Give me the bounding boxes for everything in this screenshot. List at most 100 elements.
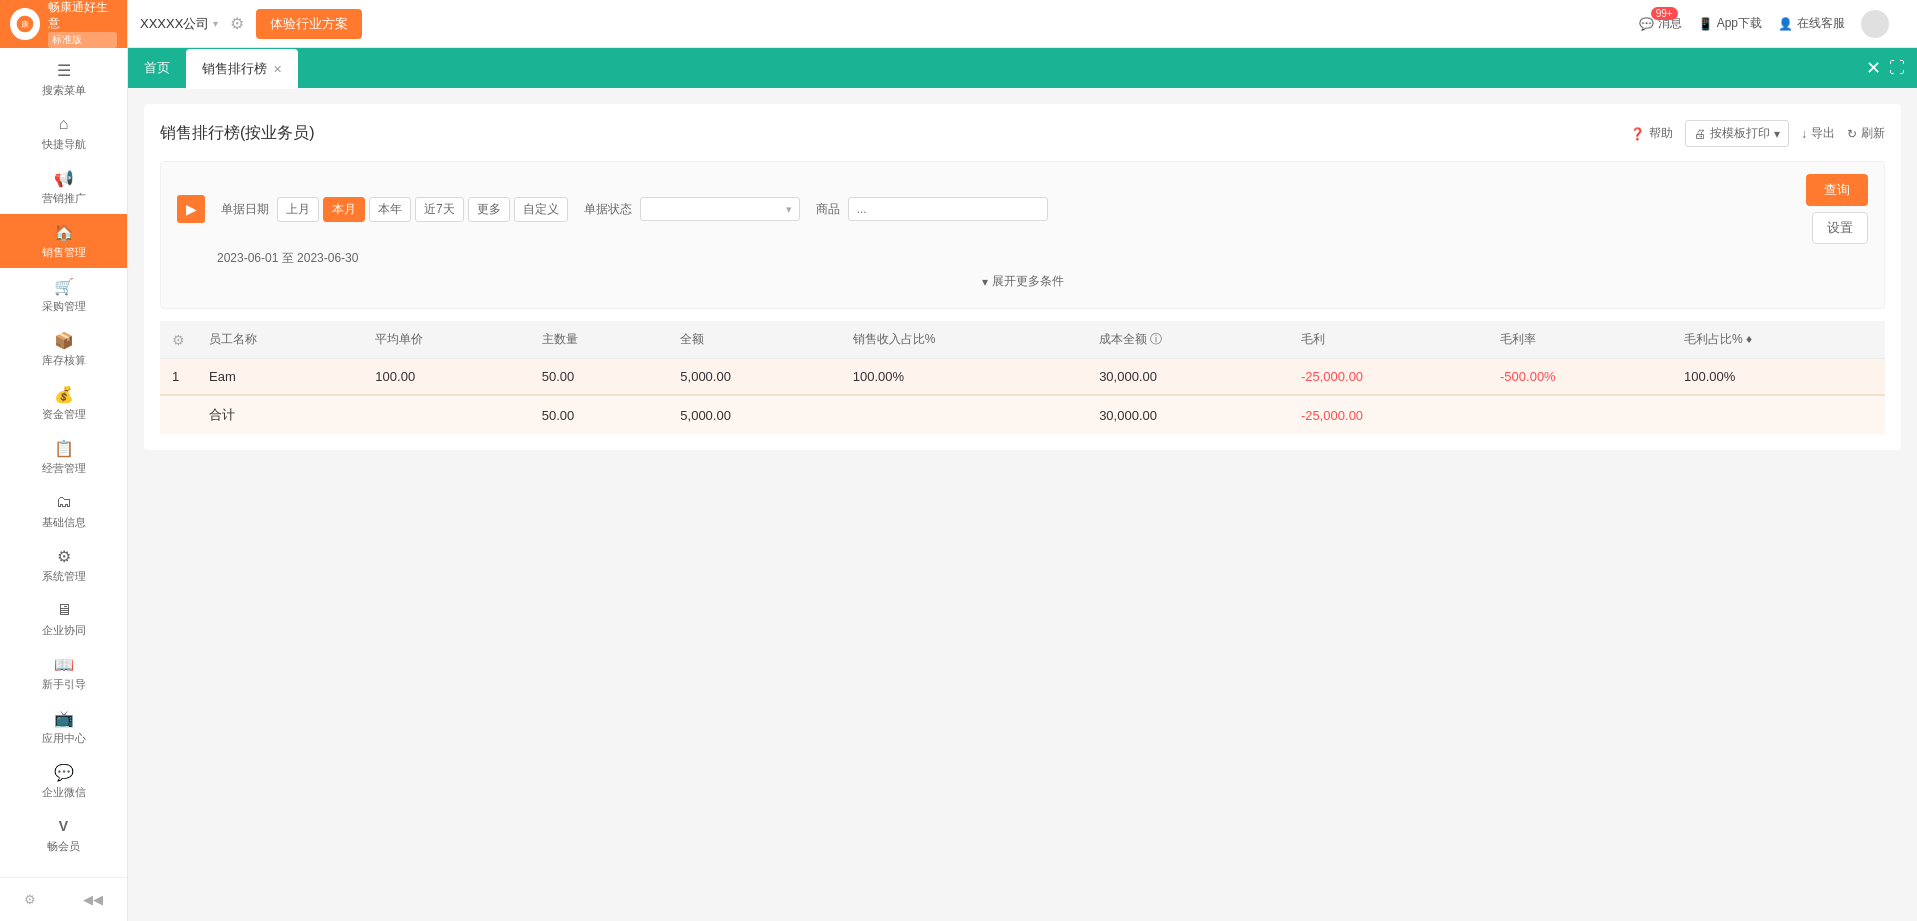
more-btn[interactable]: 更多 <box>468 197 510 222</box>
th-avg-price: 平均单价 <box>363 321 529 359</box>
table-header-row: ⚙ 员工名称 平均单价 主数量 全额 销售收入占比% 成本全额 ⓘ 毛利 毛利率… <box>160 321 1885 359</box>
export-button[interactable]: ↓ 导出 <box>1801 125 1835 142</box>
sidebar-item-shortcut[interactable]: ⌂ 快捷导航 <box>0 106 127 160</box>
refresh-icon: ↻ <box>1847 127 1857 141</box>
app-icon: 📱 <box>1698 17 1713 31</box>
page-title-row: 销售排行榜(按业务员) ❓ 帮助 🖨 按模板打印 ▾ ↓ 导出 ↻ 刷新 <box>160 120 1885 147</box>
this-month-btn[interactable]: 本月 <box>323 197 365 222</box>
sidebar-item-system[interactable]: ⚙ 系统管理 <box>0 538 127 592</box>
custom-btn[interactable]: 自定义 <box>514 197 568 222</box>
refresh-button[interactable]: ↻ 刷新 <box>1847 125 1885 142</box>
sidebar-item-purchase[interactable]: 🛒 采购管理 <box>0 268 127 322</box>
sidebar-item-guide[interactable]: 📖 新手引导 <box>0 646 127 700</box>
logo-badge: 标准版 <box>48 32 117 48</box>
table-footer-row: 合计 50.00 5,000.00 30,000.00 -25,000.00 <box>160 395 1885 434</box>
header-msg-btn[interactable]: 💬 消息 99+ <box>1639 15 1682 32</box>
table-container: ⚙ 员工名称 平均单价 主数量 全额 销售收入占比% 成本全额 ⓘ 毛利 毛利率… <box>160 321 1885 434</box>
footer-profit-rate <box>1488 395 1672 434</box>
tab-home-label: 首页 <box>144 59 170 77</box>
window-close-icon[interactable]: ✕ <box>1866 57 1881 79</box>
sidebar-item-collab[interactable]: 🖥 企业协同 <box>0 592 127 646</box>
help-icon: ❓ <box>1630 127 1645 141</box>
filter-area: ▶ 单据日期 上月 本月 本年 近7天 更多 自定义 单据状态 <box>160 161 1885 309</box>
filter-status: 单据状态 <box>584 197 800 221</box>
header-company[interactable]: XXXXX公司 ▾ <box>140 15 218 33</box>
tab-home[interactable]: 首页 <box>128 48 186 88</box>
th-amount: 全额 <box>668 321 840 359</box>
settings-button[interactable]: 设置 <box>1812 212 1868 244</box>
tab-sales-rank[interactable]: 销售排行榜 ✕ <box>186 49 298 89</box>
date-label: 单据日期 <box>221 201 269 218</box>
inventory-icon: 📦 <box>54 330 74 350</box>
date-range-row: 2023-06-01 至 2023-06-30 <box>177 250 1868 267</box>
sidebar-logo: 康 畅康通好生意 标准版 <box>0 0 127 48</box>
goods-input[interactable] <box>848 197 1048 221</box>
cell-profit: -25,000.00 <box>1289 359 1488 396</box>
query-button[interactable]: 查询 <box>1806 174 1868 206</box>
tab-close-icon[interactable]: ✕ <box>273 63 282 76</box>
cell-name: Eam <box>197 359 363 396</box>
sidebar-item-search[interactable]: ☰ 搜索菜单 <box>0 52 127 106</box>
basic-icon: 🗂 <box>54 492 74 512</box>
sidebar-item-member[interactable]: V 畅会员 <box>0 808 127 862</box>
table-gear-icon[interactable]: ⚙ <box>172 332 185 348</box>
sidebar-item-marketing[interactable]: 📢 营销推广 <box>0 160 127 214</box>
svg-text:康: 康 <box>21 19 29 29</box>
sidebar-nav: ☰ 搜索菜单 ⌂ 快捷导航 📢 营销推广 🏠 销售管理 🛒 采购管理 📦 库存核… <box>0 48 127 877</box>
last7-btn[interactable]: 近7天 <box>415 197 464 222</box>
header-gear-icon[interactable]: ⚙ <box>226 10 248 37</box>
appstore-icon: 📺 <box>54 708 74 728</box>
footer-cost: 30,000.00 <box>1087 395 1289 434</box>
experience-button[interactable]: 体验行业方案 <box>256 9 362 39</box>
sidebar-item-operation[interactable]: 📋 经营管理 <box>0 430 127 484</box>
th-gear: ⚙ <box>160 321 197 359</box>
sidebar-item-basic[interactable]: 🗂 基础信息 <box>0 484 127 538</box>
company-name: XXXXX公司 <box>140 15 209 33</box>
sidebar-item-inventory[interactable]: 📦 库存核算 <box>0 322 127 376</box>
table-row: 1 Eam 100.00 50.00 5,000.00 100.00% 30,0… <box>160 359 1885 396</box>
sidebar-item-wechat[interactable]: 💬 企业微信 <box>0 754 127 808</box>
this-year-btn[interactable]: 本年 <box>369 197 411 222</box>
header-service-btn[interactable]: 👤 在线客服 <box>1778 15 1845 32</box>
sidebar-item-capital[interactable]: 💰 资金管理 <box>0 376 127 430</box>
cell-profit-rate: -500.00% <box>1488 359 1672 396</box>
window-expand-icon[interactable]: ⛶ <box>1889 59 1905 77</box>
service-icon: 👤 <box>1778 17 1793 31</box>
expand-more-btn[interactable]: ▾ 展开更多条件 <box>177 267 1868 296</box>
tab-bar: 首页 销售排行榜 ✕ ✕ ⛶ <box>128 48 1917 88</box>
purchase-icon: 🛒 <box>54 276 74 296</box>
wechat-icon: 💬 <box>54 762 74 782</box>
footer-empty <box>160 395 197 434</box>
help-button[interactable]: ❓ 帮助 <box>1630 125 1673 142</box>
sidebar-item-sales[interactable]: 🏠 销售管理 <box>0 214 127 268</box>
avatar[interactable] <box>1861 10 1889 38</box>
sidebar-collapse-btn[interactable]: ◀◀ <box>77 886 109 913</box>
query-settings-col: 查询 设置 <box>1806 174 1868 244</box>
print-button[interactable]: 🖨 按模板打印 ▾ <box>1685 120 1789 147</box>
cell-profit-pct: 100.00% <box>1672 359 1885 396</box>
date-range-text: 2023-06-01 至 2023-06-30 <box>217 251 358 265</box>
data-table: ⚙ 员工名称 平均单价 主数量 全额 销售收入占比% 成本全额 ⓘ 毛利 毛利率… <box>160 321 1885 434</box>
th-profit-pct: 毛利占比% ♦ <box>1672 321 1885 359</box>
cell-avg-price: 100.00 <box>363 359 529 396</box>
header-app-btn[interactable]: 📱 App下载 <box>1698 15 1762 32</box>
th-name: 员工名称 <box>197 321 363 359</box>
logo-title: 畅康通好生意 <box>48 0 117 31</box>
header-right: 💬 消息 99+ 📱 App下载 👤 在线客服 <box>1639 10 1905 38</box>
footer-amount: 5,000.00 <box>668 395 840 434</box>
member-icon: V <box>54 816 74 836</box>
footer-profit: -25,000.00 <box>1289 395 1488 434</box>
main-content: 销售排行榜(按业务员) ❓ 帮助 🖨 按模板打印 ▾ ↓ 导出 ↻ 刷新 <box>128 88 1917 921</box>
footer-sales-pct <box>841 395 1087 434</box>
page-container: 销售排行榜(按业务员) ❓ 帮助 🖨 按模板打印 ▾ ↓ 导出 ↻ 刷新 <box>144 104 1901 450</box>
th-sales-pct: 销售收入占比% <box>841 321 1087 359</box>
sidebar-item-appstore[interactable]: 📺 应用中心 <box>0 700 127 754</box>
last-month-btn[interactable]: 上月 <box>277 197 319 222</box>
tab-sales-rank-label: 销售排行榜 <box>202 60 267 78</box>
sidebar-settings-btn[interactable]: ⚙ <box>18 886 42 913</box>
filter-expand-arrow[interactable]: ▶ <box>177 195 205 223</box>
page-title: 销售排行榜(按业务员) <box>160 123 315 144</box>
status-select[interactable] <box>640 197 800 221</box>
export-icon: ↓ <box>1801 127 1807 141</box>
cell-sales-pct: 100.00% <box>841 359 1087 396</box>
